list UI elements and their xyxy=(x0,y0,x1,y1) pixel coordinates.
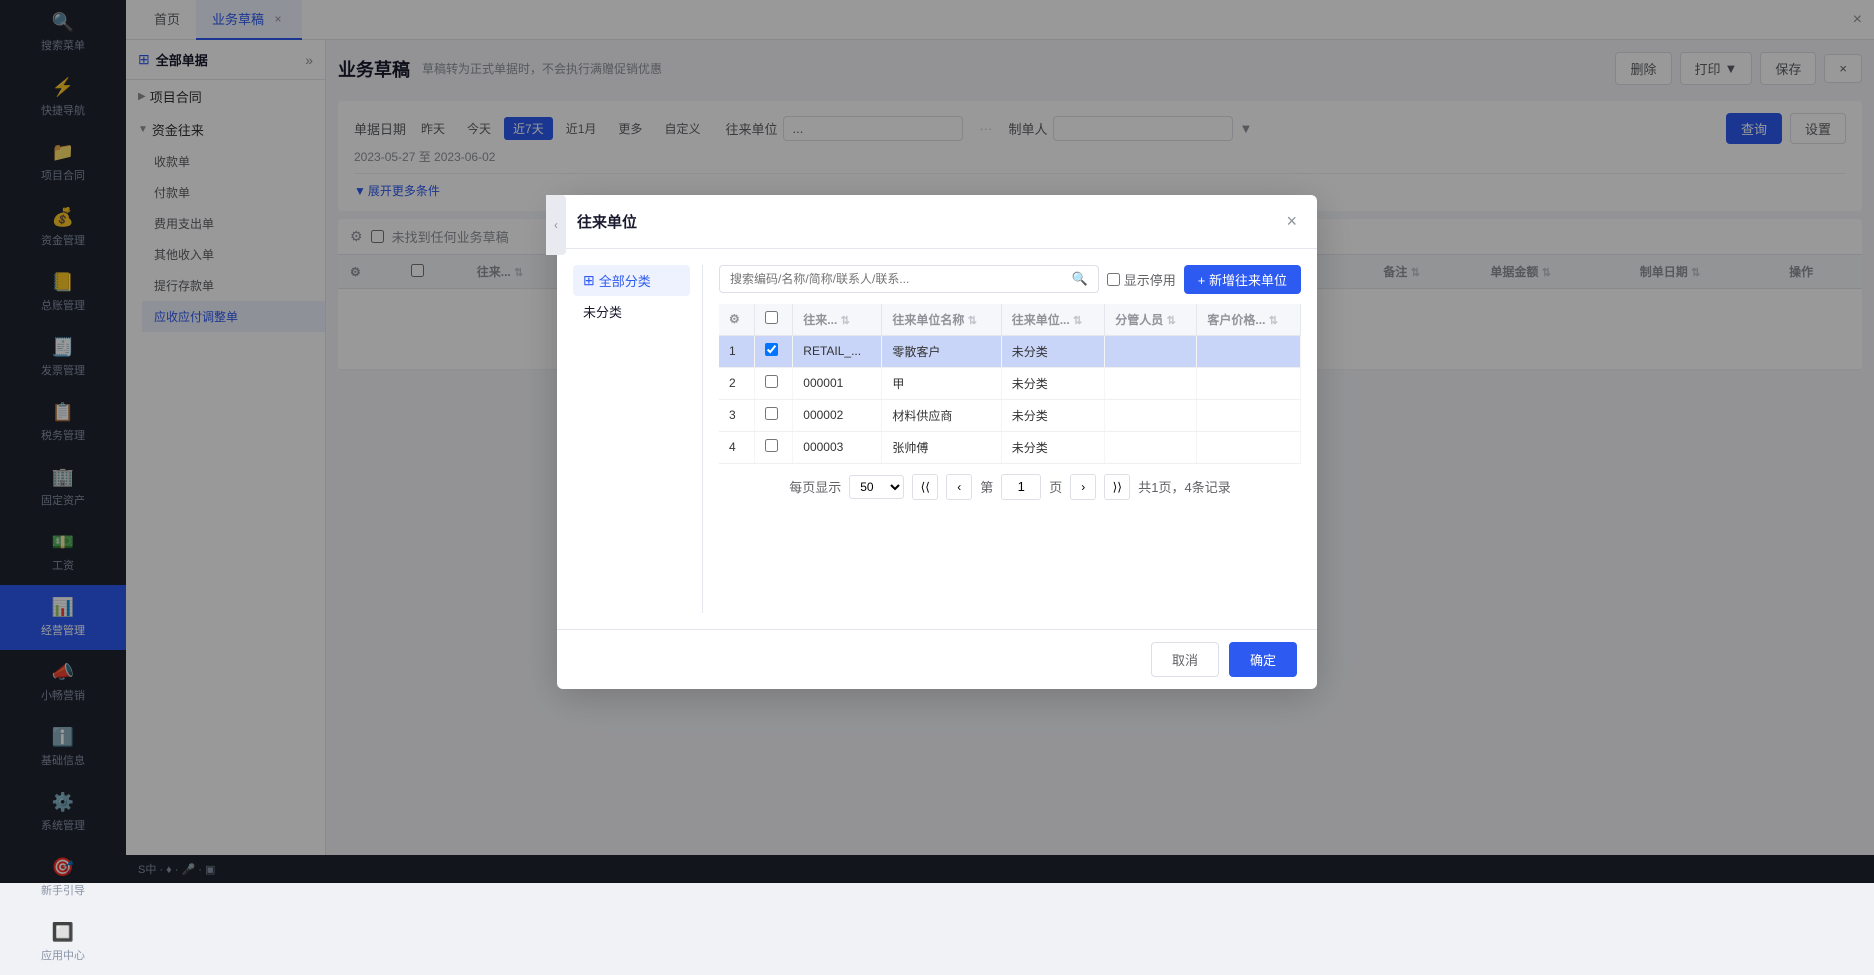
dialog-footer: 取消 确定 xyxy=(557,629,1317,689)
dialog-main: 🔍 显示停用 + 新增往来单位 ⚙ xyxy=(703,265,1301,613)
page-suffix: 页 xyxy=(1049,477,1062,496)
td-cat-1: 未分类 xyxy=(1001,335,1105,367)
td-mgr-1 xyxy=(1105,335,1197,367)
show-disabled-checkbox[interactable] xyxy=(1107,273,1120,286)
dialog-toolbar: 🔍 显示停用 + 新增往来单位 xyxy=(719,265,1301,294)
td-cb-1 xyxy=(754,335,792,367)
td-price-4 xyxy=(1197,431,1301,463)
td-price-3 xyxy=(1197,399,1301,431)
table-row[interactable]: 4 000003 张帅傅 未分类 xyxy=(719,431,1301,463)
row-4-checkbox[interactable] xyxy=(765,439,778,452)
td-price-1 xyxy=(1197,335,1301,367)
td-name-2: 甲 xyxy=(882,367,1001,399)
row-3-checkbox[interactable] xyxy=(765,407,778,420)
dialog-search-box[interactable]: 🔍 xyxy=(719,265,1099,293)
table-row[interactable]: 1 RETAIL_... 零散客户 未分类 xyxy=(719,335,1301,367)
table-row[interactable]: 3 000002 材料供应商 未分类 xyxy=(719,399,1301,431)
new-partner-btn[interactable]: + 新增往来单位 xyxy=(1184,265,1301,294)
td-name-4: 张帅傅 xyxy=(882,431,1001,463)
dialog-search-icon: 🔍 xyxy=(1072,271,1088,287)
page-last-btn[interactable]: ⟩⟩ xyxy=(1104,474,1130,500)
per-page-label: 每页显示 xyxy=(789,477,841,496)
row-2-checkbox[interactable] xyxy=(765,375,778,388)
td-code-4: 000003 xyxy=(793,431,882,463)
dialog-table: ⚙ 往来... ⇅ 往来单位名称 ⇅ 往来单位... ⇅ 分管人员 ⇅ 客户价格… xyxy=(719,304,1301,464)
page-label: 第 xyxy=(980,477,993,496)
confirm-btn[interactable]: 确定 xyxy=(1229,642,1297,677)
dth-manager: 分管人员 ⇅ xyxy=(1105,304,1197,336)
td-cat-4: 未分类 xyxy=(1001,431,1105,463)
row-1-checkbox[interactable] xyxy=(765,343,778,356)
td-cat-2: 未分类 xyxy=(1001,367,1105,399)
dialog-close-btn[interactable]: × xyxy=(1286,211,1297,232)
td-mgr-3 xyxy=(1105,399,1197,431)
dialog-pagination: 每页显示 50 100 ⟨⟨ ‹ 第 页 › ⟩⟩ 共1页，4条记录 xyxy=(719,464,1301,504)
dialog-sidebar-all[interactable]: ⊞ 全部分类 xyxy=(573,265,690,296)
page-prev-btn[interactable]: ‹ xyxy=(946,474,972,500)
dialog-search-input[interactable] xyxy=(730,272,1068,286)
page-input[interactable] xyxy=(1001,474,1041,500)
dth-settings: ⚙ xyxy=(719,304,754,336)
td-price-2 xyxy=(1197,367,1301,399)
dialog-overlay: 往来单位 × ⊞ 全部分类 未分类 ‹ xyxy=(0,0,1874,883)
td-no-4: 4 xyxy=(719,431,754,463)
sidebar-item-app-center[interactable]: 🔲 应用中心 xyxy=(0,910,126,975)
td-code-3: 000002 xyxy=(793,399,882,431)
table-row[interactable]: 2 000001 甲 未分类 xyxy=(719,367,1301,399)
dth-name: 往来单位名称 ⇅ xyxy=(882,304,1001,336)
dialog-sidebar-collapse[interactable]: ‹ xyxy=(557,195,566,255)
td-no-2: 2 xyxy=(719,367,754,399)
td-name-3: 材料供应商 xyxy=(882,399,1001,431)
td-no-3: 3 xyxy=(719,399,754,431)
collapse-arrow-icon: ‹ xyxy=(557,218,558,232)
dialog-table-header: ⚙ 往来... ⇅ 往来单位名称 ⇅ 往来单位... ⇅ 分管人员 ⇅ 客户价格… xyxy=(719,304,1301,336)
dialog-sidebar: ⊞ 全部分类 未分类 ‹ xyxy=(573,265,703,613)
dialog-header: 往来单位 × xyxy=(557,195,1317,249)
td-code-1: RETAIL_... xyxy=(793,335,882,367)
page-first-btn[interactable]: ⟨⟨ xyxy=(912,474,938,500)
td-mgr-4 xyxy=(1105,431,1197,463)
partner-dialog: 往来单位 × ⊞ 全部分类 未分类 ‹ xyxy=(557,195,1317,689)
dth-select-all[interactable] xyxy=(765,311,778,324)
dth-category: 往来单位... ⇅ xyxy=(1001,304,1105,336)
app-center-icon: 🔲 xyxy=(52,922,74,943)
td-cb-4 xyxy=(754,431,792,463)
per-page-select[interactable]: 50 100 xyxy=(849,475,904,499)
cancel-btn[interactable]: 取消 xyxy=(1151,642,1219,677)
dialog-title: 往来单位 xyxy=(577,211,637,232)
dialog-table-scroll: ⚙ 往来... ⇅ 往来单位名称 ⇅ 往来单位... ⇅ 分管人员 ⇅ 客户价格… xyxy=(719,304,1301,464)
td-cb-2 xyxy=(754,367,792,399)
td-cb-3 xyxy=(754,399,792,431)
dth-price: 客户价格... ⇅ xyxy=(1197,304,1301,336)
dth-code: 往来... ⇅ xyxy=(793,304,882,336)
dialog-sidebar-unclassified[interactable]: 未分类 xyxy=(573,296,690,327)
td-no-1: 1 xyxy=(719,335,754,367)
td-mgr-2 xyxy=(1105,367,1197,399)
show-disabled-label: 显示停用 xyxy=(1107,270,1176,289)
td-code-2: 000001 xyxy=(793,367,882,399)
td-name-1: 零散客户 xyxy=(882,335,1001,367)
page-next-btn[interactable]: › xyxy=(1070,474,1096,500)
td-cat-3: 未分类 xyxy=(1001,399,1105,431)
page-total: 共1页，4条记录 xyxy=(1138,477,1230,496)
dialog-body: ⊞ 全部分类 未分类 ‹ 🔍 xyxy=(557,249,1317,629)
dth-checkbox xyxy=(754,304,792,336)
